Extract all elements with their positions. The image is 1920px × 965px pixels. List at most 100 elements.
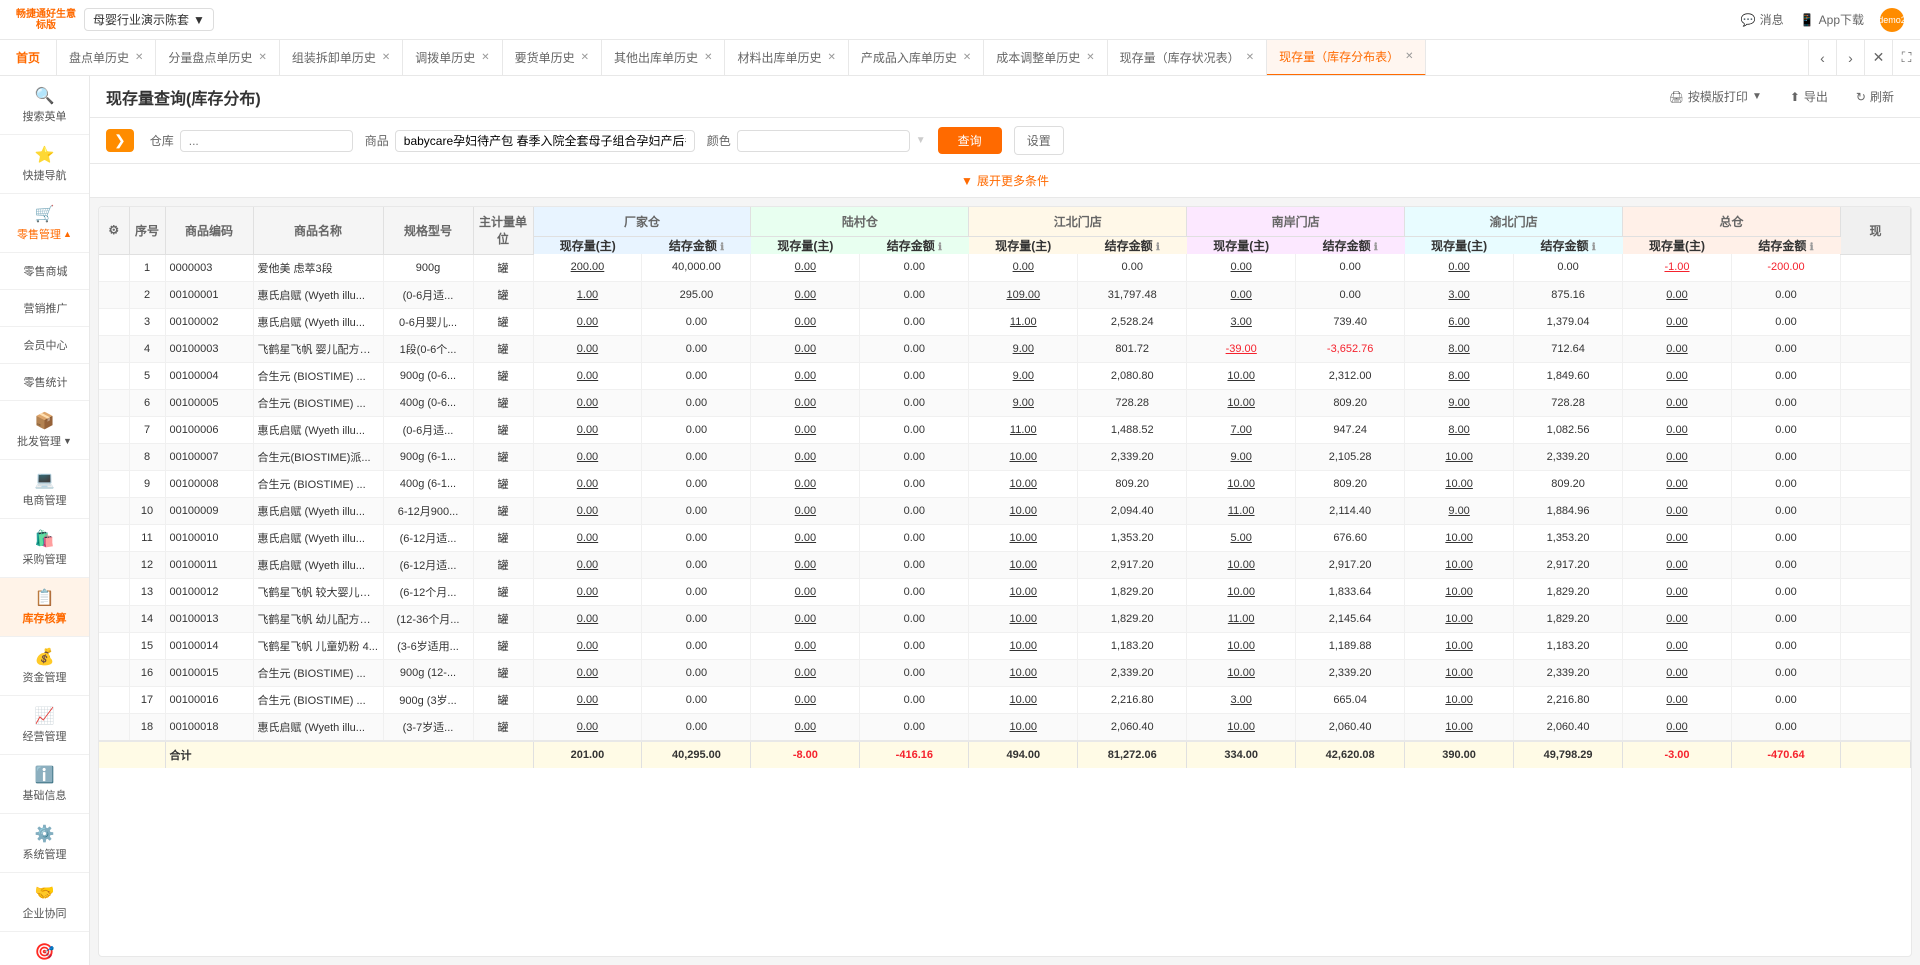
settings-btn[interactable]: 设置 bbox=[1014, 126, 1064, 155]
table-row: 200100001惠氏启赋 (Wyeth illu...(0-6月适...罐1.… bbox=[99, 281, 1911, 308]
tab-pandian[interactable]: 盘点单历史 ✕ bbox=[57, 40, 156, 76]
chevron-down-icon: ▼ bbox=[193, 13, 205, 27]
sidebar-item-wholesale[interactable]: 📦 批发管理▼ bbox=[0, 401, 89, 460]
tab-prev-btn[interactable]: ‹ bbox=[1808, 40, 1836, 76]
footer-xian bbox=[1841, 741, 1911, 768]
th-yubei: 渝北门店 bbox=[1405, 207, 1623, 237]
tab-xiancun-dist[interactable]: 现存量（库存分布表） ✕ bbox=[1267, 40, 1426, 76]
export-btn[interactable]: ⬆ 导出 bbox=[1780, 84, 1838, 109]
th-settings[interactable]: ⚙ bbox=[99, 207, 129, 254]
tab-close-all-btn[interactable]: ✕ bbox=[1864, 40, 1892, 76]
th-zongcang-amt: 结存金额 ℹ bbox=[1731, 237, 1840, 255]
expand-filter-btn[interactable]: ▼ 展开更多条件 bbox=[953, 168, 1057, 193]
top-bar-right: 💬 消息 📱 App下载 demo2 bbox=[1741, 8, 1904, 32]
tab-yaohuo[interactable]: 要货单历史 ✕ bbox=[503, 40, 602, 76]
guide-icon: 🎯 bbox=[4, 942, 85, 962]
close-yaohuo-icon[interactable]: ✕ bbox=[581, 52, 589, 63]
close-diaopo-icon[interactable]: ✕ bbox=[481, 52, 489, 63]
message-btn[interactable]: 💬 消息 bbox=[1741, 11, 1784, 28]
avatar[interactable]: demo2 bbox=[1880, 8, 1904, 32]
close-pandian-icon[interactable]: ✕ bbox=[135, 52, 143, 63]
tab-nav-btns: ‹ › ✕ ⛶ bbox=[1808, 40, 1920, 76]
close-chuku-icon[interactable]: ✕ bbox=[704, 52, 712, 63]
tab-expand-btn[interactable]: ⛶ bbox=[1892, 40, 1920, 76]
app-download-btn[interactable]: 📱 App下载 bbox=[1800, 11, 1864, 28]
filter-color: 颜色 ▼ bbox=[707, 130, 926, 152]
close-chengpin-icon[interactable]: ✕ bbox=[963, 52, 971, 63]
footer-yubei-qty: 390.00 bbox=[1405, 741, 1514, 768]
inventory-table: ⚙ 序号 商品编码 商品名称 规格型号 主计量单位 厂家仓 陆村仓 江北门店 南… bbox=[99, 207, 1911, 768]
sidebar-item-member[interactable]: 会员中心 bbox=[0, 327, 89, 364]
sidebar-item-inventory[interactable]: 📋 库存核算 bbox=[0, 578, 89, 637]
table-row: 1300100012飞鹤星飞帆 较大婴儿配...(6-12个月...罐0.000… bbox=[99, 578, 1911, 605]
close-xiancun-state-icon[interactable]: ✕ bbox=[1246, 52, 1254, 63]
basic-info-icon: ℹ️ bbox=[4, 765, 85, 785]
table-container: ⚙ 序号 商品编码 商品名称 规格型号 主计量单位 厂家仓 陆村仓 江北门店 南… bbox=[98, 206, 1912, 957]
close-cailiao-icon[interactable]: ✕ bbox=[827, 52, 835, 63]
tab-zuzhuan[interactable]: 组装拆卸单历史 ✕ bbox=[280, 40, 403, 76]
tab-home[interactable]: 首页 bbox=[0, 40, 57, 76]
sidebar-item-finance[interactable]: 💰 资金管理 bbox=[0, 637, 89, 696]
expand-filter-bar: ▼ 展开更多条件 bbox=[90, 164, 1920, 198]
th-nanan: 南岸门店 bbox=[1187, 207, 1405, 237]
refresh-btn[interactable]: ↻ 刷新 bbox=[1846, 84, 1904, 109]
close-zuzhuan-icon[interactable]: ✕ bbox=[382, 52, 390, 63]
tab-cailiao[interactable]: 材料出库单历史 ✕ bbox=[725, 40, 848, 76]
sidebar-item-quicknav[interactable]: ⭐ 快捷导航 bbox=[0, 135, 89, 194]
tab-fenpandian[interactable]: 分量盘点单历史 ✕ bbox=[156, 40, 279, 76]
main-layout: 🔍 搜索英单 ⭐ 快捷导航 🛒 零售管理▲ 零售商城 营销推广 会员中心 零售统… bbox=[0, 76, 1920, 965]
page-actions: 🖨 按模版打印 ▼ ⬆ 导出 ↻ 刷新 bbox=[1659, 84, 1904, 117]
tab-chuku[interactable]: 其他出库单历史 ✕ bbox=[602, 40, 725, 76]
table-row: 1700100016合生元 (BIOSTIME) ...900g (3岁...罐… bbox=[99, 686, 1911, 713]
sidebar-item-retail-mgmt[interactable]: 🛒 零售管理▲ bbox=[0, 194, 89, 253]
sidebar-item-collab[interactable]: 🤝 企业协同 bbox=[0, 873, 89, 932]
tab-chengpin[interactable]: 产成品入库单历史 ✕ bbox=[849, 40, 984, 76]
sidebar-item-guide[interactable]: 🎯 新手引导 bbox=[0, 932, 89, 965]
table-row: 700100006惠氏启赋 (Wyeth illu...(0-6月适...罐0.… bbox=[99, 416, 1911, 443]
close-chengben-icon[interactable]: ✕ bbox=[1086, 52, 1094, 63]
print-icon: 🖨 bbox=[1669, 90, 1684, 104]
sidebar-item-basic-info[interactable]: ℹ️ 基础信息 bbox=[0, 755, 89, 814]
logo-text: 畅捷通好生意 bbox=[16, 9, 76, 20]
table-row: 1400100013飞鹤星飞帆 幼儿配方奶...(12-36个月...罐0.00… bbox=[99, 605, 1911, 632]
table-row: 1600100015合生元 (BIOSTIME) ...900g (12-...… bbox=[99, 659, 1911, 686]
th-no: 序号 bbox=[129, 207, 165, 254]
app-icon: 📱 bbox=[1800, 13, 1815, 27]
close-xiancun-dist-icon[interactable]: ✕ bbox=[1405, 51, 1413, 62]
expand-down-icon: ▼ bbox=[961, 174, 973, 188]
sidebar-item-marketing[interactable]: 营销推广 bbox=[0, 290, 89, 327]
refresh-icon: ↻ bbox=[1856, 90, 1866, 104]
th-changejia-qty: 现存量(主) bbox=[533, 237, 642, 255]
sidebar-item-retail-stats[interactable]: 零售统计 bbox=[0, 364, 89, 401]
query-btn[interactable]: 查询 bbox=[938, 127, 1002, 154]
tab-chengben[interactable]: 成本调整单历史 ✕ bbox=[984, 40, 1107, 76]
footer-jiangbei-amt: 81,272.06 bbox=[1078, 741, 1187, 768]
goods-input[interactable] bbox=[395, 130, 695, 152]
color-input[interactable] bbox=[737, 130, 910, 152]
industry-select[interactable]: 母婴行业演示陈套 ▼ bbox=[84, 8, 214, 31]
footer-lucun-qty: -8.00 bbox=[751, 741, 860, 768]
close-fenpandian-icon[interactable]: ✕ bbox=[258, 52, 266, 63]
inventory-icon: 📋 bbox=[4, 588, 85, 608]
gear-icon[interactable]: ⚙ bbox=[108, 223, 119, 237]
th-zongcang: 总仓 bbox=[1623, 207, 1841, 237]
table-row: 1200100011惠氏启赋 (Wyeth illu...(6-12月适...罐… bbox=[99, 551, 1911, 578]
print-btn[interactable]: 🖨 按模版打印 ▼ bbox=[1659, 84, 1772, 109]
sidebar-item-purchase[interactable]: 🛍️ 采购管理 bbox=[0, 519, 89, 578]
sidebar-item-business[interactable]: 📈 经营管理 bbox=[0, 696, 89, 755]
tab-xiancun-state[interactable]: 现存量（库存状况表） ✕ bbox=[1108, 40, 1267, 76]
footer-zongcang-qty: -3.00 bbox=[1623, 741, 1732, 768]
finance-icon: 💰 bbox=[4, 647, 85, 667]
tab-diaopo[interactable]: 调拨单历史 ✕ bbox=[403, 40, 502, 76]
sidebar-item-retail-mall[interactable]: 零售商城 bbox=[0, 253, 89, 290]
tab-next-btn[interactable]: › bbox=[1836, 40, 1864, 76]
sidebar-item-ecommerce[interactable]: 💻 电商管理 bbox=[0, 460, 89, 519]
footer-jiangbei-qty: 494.00 bbox=[969, 741, 1078, 768]
sidebar: 🔍 搜索英单 ⭐ 快捷导航 🛒 零售管理▲ 零售商城 营销推广 会员中心 零售统… bbox=[0, 76, 90, 965]
sidebar-item-search[interactable]: 🔍 搜索英单 bbox=[0, 76, 89, 135]
warehouse-input[interactable] bbox=[180, 130, 353, 152]
filter-arrow-btn[interactable]: ❯ bbox=[106, 129, 134, 152]
quicknav-icon: ⭐ bbox=[4, 145, 85, 165]
page-header: 现存量查询(库存分布) 🖨 按模版打印 ▼ ⬆ 导出 ↻ 刷新 bbox=[90, 76, 1920, 118]
sidebar-item-system[interactable]: ⚙️ 系统管理 bbox=[0, 814, 89, 873]
